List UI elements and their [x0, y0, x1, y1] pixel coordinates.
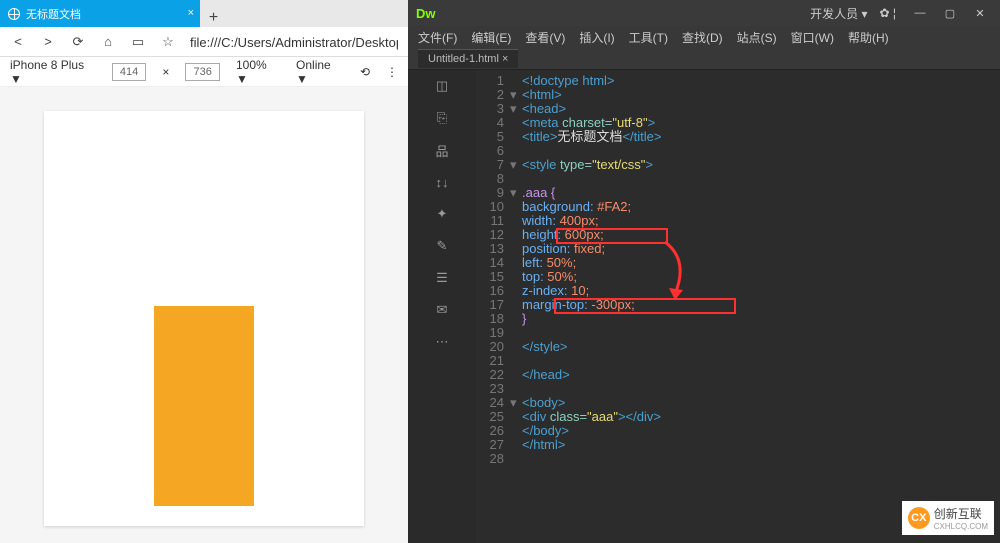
workspace-select[interactable]: 开发人员 ▾	[810, 5, 867, 22]
wand-icon[interactable]: ✦	[432, 204, 452, 224]
maximize-button[interactable]: ▢	[938, 4, 962, 22]
code-editor[interactable]: 1 <!doctype html> 2▾ <html> 3▾ <head> 4 …	[476, 70, 1000, 543]
more-tools-icon[interactable]: ⋯	[432, 332, 452, 352]
menu-tools[interactable]: 工具(T)	[629, 29, 668, 46]
dw-menubar: 文件(F) 编辑(E) 查看(V) 插入(I) 工具(T) 查找(D) 站点(S…	[408, 26, 1000, 48]
brush-icon[interactable]: ✎	[432, 236, 452, 256]
globe-icon	[8, 8, 20, 20]
width-input[interactable]: 414	[112, 63, 147, 81]
chat-icon[interactable]: ✉	[432, 300, 452, 320]
menu-help[interactable]: 帮助(H)	[848, 29, 889, 46]
close-button[interactable]: ✕	[968, 4, 992, 22]
rendered-page	[44, 111, 364, 526]
menu-window[interactable]: 窗口(W)	[791, 29, 834, 46]
online-select[interactable]: Online ▼	[296, 58, 344, 86]
watermark-sub: CXHLCQ.COM	[934, 522, 988, 531]
dw-logo-icon: Dw	[416, 6, 436, 21]
more-button[interactable]: ⋮	[386, 65, 398, 79]
reload-button[interactable]: ⟳	[70, 34, 86, 50]
comment-icon[interactable]: ☰	[432, 268, 452, 288]
minimize-button[interactable]: —	[908, 4, 932, 22]
file-tab-active[interactable]: Untitled-1.html ×	[418, 49, 518, 68]
arrow-annotation	[659, 240, 699, 304]
aaa-div	[154, 306, 254, 506]
menu-edit[interactable]: 编辑(E)	[471, 29, 511, 46]
highlight-box-2	[554, 298, 736, 314]
watermark-logo-icon: CX	[908, 507, 930, 529]
new-tab-button[interactable]: +	[200, 9, 227, 27]
menu-file[interactable]: 文件(F)	[418, 29, 457, 46]
star-button[interactable]: ☆	[160, 34, 176, 50]
menu-view[interactable]: 查看(V)	[525, 29, 565, 46]
hierarchy-icon[interactable]: 品	[432, 140, 452, 160]
back-button[interactable]: <	[10, 34, 26, 49]
home-button[interactable]: ⌂	[100, 34, 116, 49]
menu-find[interactable]: 查找(D)	[682, 29, 723, 46]
files-icon[interactable]: ⎘	[432, 108, 452, 128]
split-icon[interactable]: ◫	[432, 76, 452, 96]
menu-site[interactable]: 站点(S)	[737, 29, 777, 46]
dw-titlebar: Dw 开发人员 ▾ ✿ ¦ — ▢ ✕	[408, 0, 1000, 26]
file-tabs: Untitled-1.html ×	[408, 48, 1000, 70]
reader-button[interactable]: ▭	[130, 34, 146, 50]
dreamweaver-window: Dw 开发人员 ▾ ✿ ¦ — ▢ ✕ 文件(F) 编辑(E) 查看(V) 插入…	[408, 0, 1000, 543]
url-text[interactable]: file:///C:/Users/Administrator/Desktop/新	[190, 32, 398, 51]
watermark: CX 创新互联 CXHLCQ.COM	[902, 501, 994, 535]
browser-tab[interactable]: 无标题文档 ×	[0, 0, 200, 27]
close-tab-icon[interactable]: ×	[188, 7, 194, 19]
address-bar: < > ⟳ ⌂ ▭ ☆ file:///C:/Users/Administrat…	[0, 27, 408, 57]
forward-button[interactable]: >	[40, 34, 56, 49]
browser-window: 无标题文档 × + < > ⟳ ⌂ ▭ ☆ file:///C:/Users/A…	[0, 0, 408, 543]
tab-title: 无标题文档	[26, 6, 81, 22]
tool-gutter: ◫ ⎘ 品 ↕↓ ✦ ✎ ☰ ✉ ⋯	[408, 70, 476, 543]
rotate-button[interactable]: ⟲	[360, 65, 370, 79]
zoom-select[interactable]: 100% ▼	[236, 58, 280, 86]
wrap-icon[interactable]: ↕↓	[432, 172, 452, 192]
watermark-brand: 创新互联	[934, 505, 988, 522]
sync-icon[interactable]: ✿ ¦	[879, 6, 896, 20]
browser-tabbar: 无标题文档 × +	[0, 0, 408, 27]
device-select[interactable]: iPhone 8 Plus ▼	[10, 58, 96, 86]
browser-viewport	[0, 87, 408, 543]
height-input[interactable]: 736	[185, 63, 220, 81]
menu-insert[interactable]: 插入(I)	[579, 29, 614, 46]
dim-sep: ×	[162, 65, 169, 79]
highlight-box-1	[556, 228, 668, 244]
devtools-bar: iPhone 8 Plus ▼ 414 × 736 100% ▼ Online …	[0, 57, 408, 87]
